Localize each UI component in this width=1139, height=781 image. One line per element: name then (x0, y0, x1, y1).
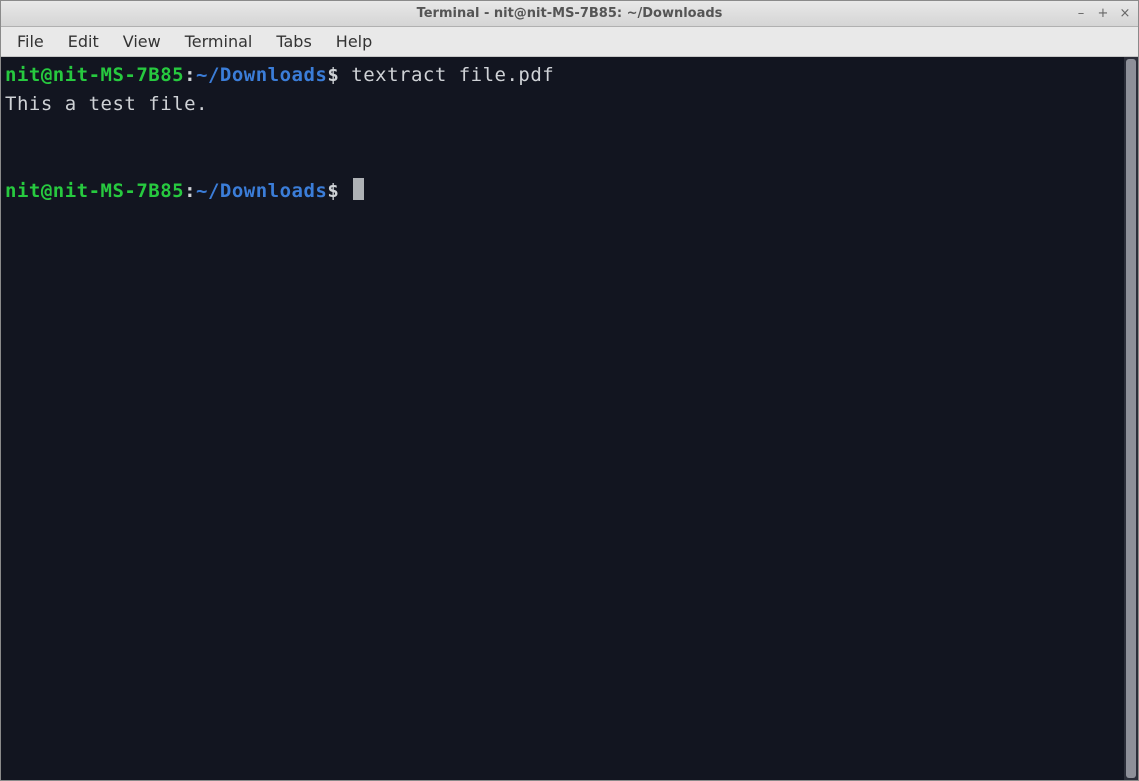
prompt-separator: : (184, 64, 196, 86)
window-title: Terminal - nit@nit-MS-7B85: ~/Downloads (1, 6, 1138, 21)
menubar: File Edit View Terminal Tabs Help (1, 27, 1138, 57)
close-button[interactable]: × (1118, 6, 1132, 21)
terminal-body-wrap: nit@nit-MS-7B85:~/Downloads$ textract fi… (1, 57, 1138, 780)
menu-tabs[interactable]: Tabs (266, 29, 321, 54)
menu-edit[interactable]: Edit (58, 29, 109, 54)
titlebar[interactable]: Terminal - nit@nit-MS-7B85: ~/Downloads … (1, 1, 1138, 27)
terminal-line (5, 148, 1118, 177)
terminal-line: nit@nit-MS-7B85:~/Downloads$ textract fi… (5, 61, 1118, 90)
menu-help[interactable]: Help (326, 29, 382, 54)
terminal-output[interactable]: nit@nit-MS-7B85:~/Downloads$ textract fi… (1, 57, 1124, 780)
prompt-separator: : (184, 180, 196, 202)
minimize-button[interactable]: – (1074, 6, 1088, 21)
prompt-symbol: $ (327, 180, 351, 202)
terminal-window: Terminal - nit@nit-MS-7B85: ~/Downloads … (0, 0, 1139, 781)
prompt-path: ~/Downloads (196, 64, 327, 86)
terminal-line: nit@nit-MS-7B85:~/Downloads$ (5, 177, 1118, 206)
menu-file[interactable]: File (7, 29, 54, 54)
command-text: textract file.pdf (351, 64, 554, 86)
terminal-line: This a test file. (5, 90, 1118, 119)
prompt-path: ~/Downloads (196, 180, 327, 202)
cursor (353, 178, 364, 200)
maximize-button[interactable]: + (1096, 6, 1110, 21)
prompt-symbol: $ (327, 64, 351, 86)
menu-view[interactable]: View (113, 29, 171, 54)
output-text: This a test file. (5, 93, 208, 115)
terminal-line (5, 119, 1118, 148)
scrollbar-thumb[interactable] (1126, 59, 1136, 778)
prompt-user: nit@nit-MS-7B85 (5, 180, 184, 202)
prompt-user: nit@nit-MS-7B85 (5, 64, 184, 86)
scrollbar[interactable] (1124, 57, 1138, 780)
menu-terminal[interactable]: Terminal (175, 29, 263, 54)
window-buttons: – + × (1074, 1, 1132, 26)
